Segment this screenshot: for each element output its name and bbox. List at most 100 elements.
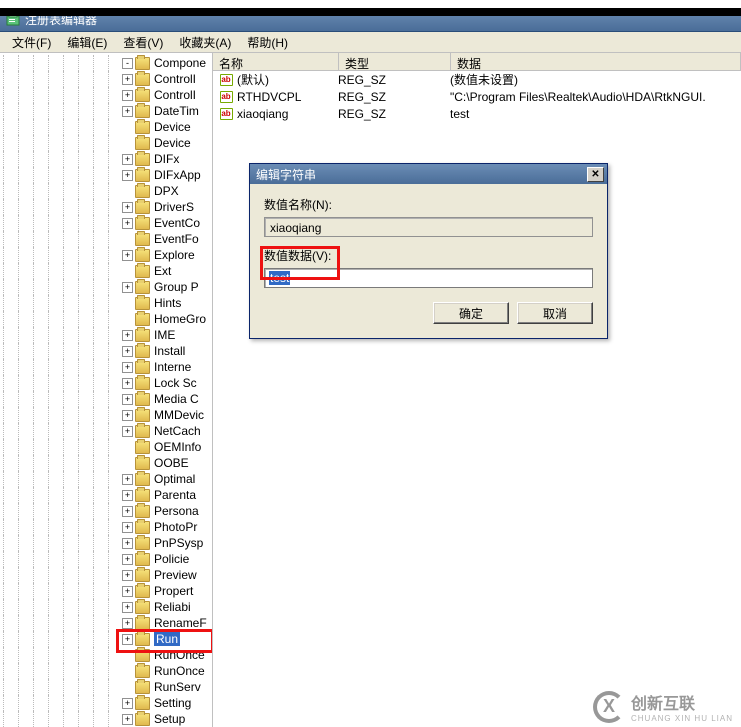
expand-icon[interactable]: +	[122, 618, 133, 629]
tree-item-renamef[interactable]: +RenameF	[0, 615, 212, 631]
expand-icon[interactable]: +	[122, 154, 133, 165]
tree-item-groupp[interactable]: +Group P	[0, 279, 212, 295]
expand-icon[interactable]: +	[122, 282, 133, 293]
tree-item-dpx[interactable]: +DPX	[0, 183, 212, 199]
tree-item-drivers[interactable]: +DriverS	[0, 199, 212, 215]
expand-icon[interactable]: +	[122, 394, 133, 405]
tree-item-setup[interactable]: +Setup	[0, 711, 212, 727]
folder-icon	[135, 425, 150, 438]
expand-icon[interactable]: +	[122, 506, 133, 517]
tree-item-explore[interactable]: +Explore	[0, 247, 212, 263]
tree-item-policie[interactable]: +Policie	[0, 551, 212, 567]
value-row[interactable]: abRTHDVCPLREG_SZ"C:\Program Files\Realte…	[213, 88, 741, 105]
tree-item-propert[interactable]: +Propert	[0, 583, 212, 599]
tree-item-compone[interactable]: -Compone	[0, 55, 212, 71]
tree-item-runonce[interactable]: +RunOnce	[0, 663, 212, 679]
tree-item-controli[interactable]: +ControlI	[0, 87, 212, 103]
tree-item-optimal[interactable]: +Optimal	[0, 471, 212, 487]
tree-item-hints[interactable]: +Hints	[0, 295, 212, 311]
tree-item-label: OOBE	[154, 456, 189, 470]
tree-item-mediac[interactable]: +Media C	[0, 391, 212, 407]
tree-item-interne[interactable]: +Interne	[0, 359, 212, 375]
expand-icon[interactable]: +	[122, 426, 133, 437]
ok-button[interactable]: 确定	[433, 302, 509, 324]
menu-help[interactable]: 帮助(H)	[239, 32, 296, 53]
tree-item-locksc[interactable]: +Lock Sc	[0, 375, 212, 391]
tree-item-pnpsysp[interactable]: +PnPSysp	[0, 535, 212, 551]
menu-favorites[interactable]: 收藏夹(A)	[171, 32, 239, 53]
dialog-title: 编辑字符串	[256, 166, 316, 183]
tree-item-runserv[interactable]: +RunServ	[0, 679, 212, 695]
menu-edit[interactable]: 编辑(E)	[59, 32, 115, 53]
expand-icon[interactable]: +	[122, 634, 133, 645]
tree-item-runonce[interactable]: +RunOnce	[0, 647, 212, 663]
tree-item-oobe[interactable]: +OOBE	[0, 455, 212, 471]
tree-item-mmdevic[interactable]: +MMDevic	[0, 407, 212, 423]
expand-icon[interactable]: +	[122, 378, 133, 389]
tree-item-homegro[interactable]: +HomeGro	[0, 311, 212, 327]
expand-icon[interactable]: +	[122, 330, 133, 341]
value-row[interactable]: ab(默认)REG_SZ(数值未设置)	[213, 71, 741, 88]
tree-item-persona[interactable]: +Persona	[0, 503, 212, 519]
expand-icon[interactable]: +	[122, 202, 133, 213]
expand-icon[interactable]: +	[122, 362, 133, 373]
expand-icon[interactable]: -	[122, 58, 133, 69]
expand-icon[interactable]: +	[122, 522, 133, 533]
folder-icon	[135, 505, 150, 518]
tree-item-photopr[interactable]: +PhotoPr	[0, 519, 212, 535]
data-input[interactable]: test	[264, 268, 593, 288]
close-icon[interactable]: ✕	[587, 167, 604, 182]
expand-icon[interactable]: +	[122, 586, 133, 597]
tree-item-parenta[interactable]: +Parenta	[0, 487, 212, 503]
tree-item-difx[interactable]: +DIFx	[0, 151, 212, 167]
data-label: 数值数据(V):	[264, 247, 593, 264]
folder-icon	[135, 137, 150, 150]
tree-item-ext[interactable]: +Ext	[0, 263, 212, 279]
expand-icon[interactable]: +	[122, 410, 133, 421]
tree-item-run[interactable]: +Run	[0, 631, 212, 647]
tree-item-install[interactable]: +Install	[0, 343, 212, 359]
cancel-button[interactable]: 取消	[517, 302, 593, 324]
list-pane[interactable]: 名称 类型 数据 ab(默认)REG_SZ(数值未设置)abRTHDVCPLRE…	[213, 53, 741, 727]
top-black-strip	[0, 8, 741, 16]
expand-icon[interactable]: +	[122, 346, 133, 357]
menu-view[interactable]: 查看(V)	[115, 32, 171, 53]
expand-icon[interactable]: +	[122, 90, 133, 101]
tree-item-netcach[interactable]: +NetCach	[0, 423, 212, 439]
header-name[interactable]: 名称	[213, 53, 339, 70]
expand-icon[interactable]: +	[122, 570, 133, 581]
tree-item-datetim[interactable]: +DateTim	[0, 103, 212, 119]
expand-icon[interactable]: +	[122, 698, 133, 709]
expand-icon[interactable]: +	[122, 714, 133, 725]
tree-item-oeminfo[interactable]: +OEMInfo	[0, 439, 212, 455]
expand-icon[interactable]: +	[122, 474, 133, 485]
string-value-icon: ab	[218, 90, 234, 104]
expand-icon[interactable]: +	[122, 554, 133, 565]
tree-item-setting[interactable]: + Setting	[0, 695, 212, 711]
string-value-icon: ab	[218, 107, 234, 121]
tree-item-eventco[interactable]: +EventCo	[0, 215, 212, 231]
value-name: RTHDVCPL	[237, 90, 338, 104]
tree-item-controli[interactable]: +ControlI	[0, 71, 212, 87]
tree-item-label: Setting	[154, 696, 191, 710]
header-data[interactable]: 数据	[451, 53, 741, 70]
tree-item-reliabi[interactable]: +Reliabi	[0, 599, 212, 615]
expand-icon[interactable]: +	[122, 218, 133, 229]
expand-icon[interactable]: +	[122, 106, 133, 117]
tree-pane[interactable]: -Compone+ControlI+ControlI+DateTim+Devic…	[0, 53, 213, 727]
menu-file[interactable]: 文件(F)	[4, 32, 59, 53]
tree-item-ime[interactable]: +IME	[0, 327, 212, 343]
tree-item-eventfo[interactable]: +EventFo	[0, 231, 212, 247]
expand-icon[interactable]: +	[122, 250, 133, 261]
tree-item-difxapp[interactable]: +DIFxApp	[0, 167, 212, 183]
value-row[interactable]: abxiaoqiangREG_SZtest	[213, 105, 741, 122]
tree-item-device[interactable]: +Device	[0, 119, 212, 135]
expand-icon[interactable]: +	[122, 490, 133, 501]
expand-icon[interactable]: +	[122, 170, 133, 181]
tree-item-device[interactable]: +Device	[0, 135, 212, 151]
header-type[interactable]: 类型	[339, 53, 451, 70]
expand-icon[interactable]: +	[122, 602, 133, 613]
expand-icon[interactable]: +	[122, 74, 133, 85]
expand-icon[interactable]: +	[122, 538, 133, 549]
tree-item-preview[interactable]: +Preview	[0, 567, 212, 583]
